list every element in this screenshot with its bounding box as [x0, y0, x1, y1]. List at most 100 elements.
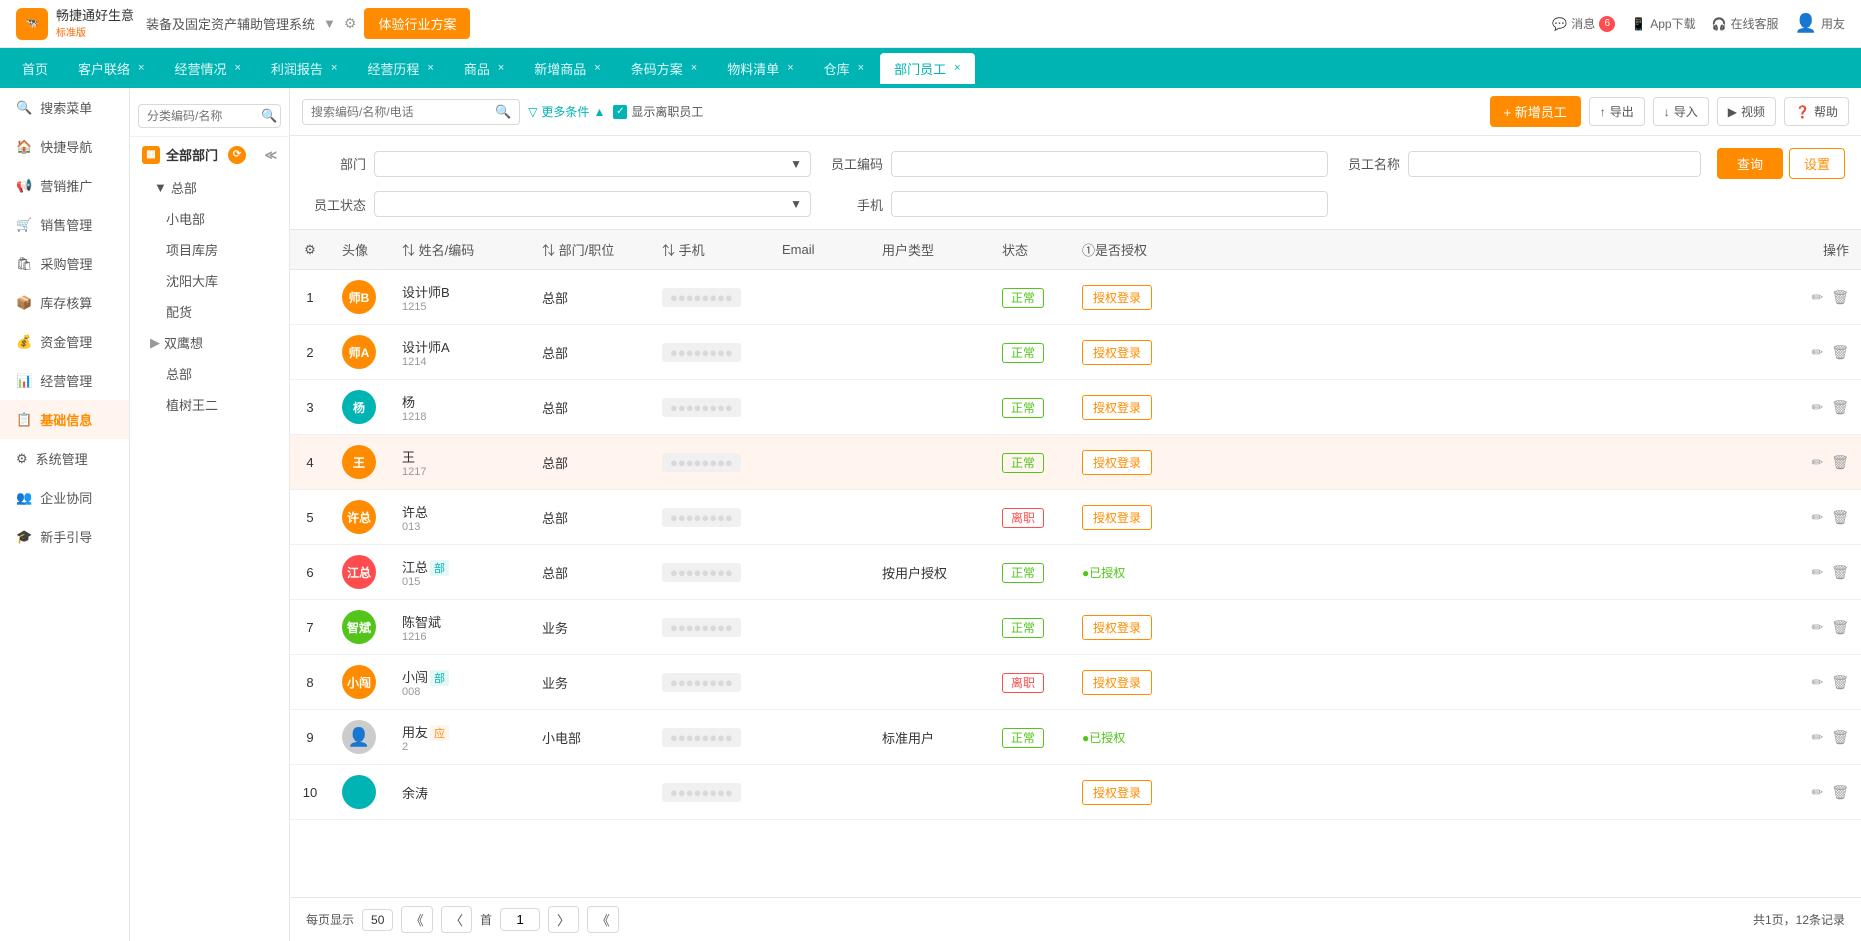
dept-node-shuangyingxiang[interactable]: ▶ 双鹰想	[130, 327, 289, 358]
page-number-input[interactable]	[500, 908, 540, 931]
search-icon[interactable]: 🔍	[495, 104, 511, 120]
dept-node-shenyang[interactable]: 沈阳大库	[130, 265, 289, 296]
view-button[interactable]: ▶ 视频	[1717, 97, 1776, 126]
col-phone[interactable]: ⇅ 手机	[650, 230, 770, 270]
tab-bom-close[interactable]: ×	[787, 62, 793, 74]
dept-search-input[interactable]	[138, 104, 281, 128]
settings-icon[interactable]: ⚙	[344, 15, 357, 32]
col-dept[interactable]: ⇅ 部门/职位	[530, 230, 650, 270]
edit-button[interactable]: ✏	[1811, 619, 1823, 636]
tab-customer[interactable]: 客户联络 ×	[64, 53, 158, 84]
filter-empstatus-select[interactable]: ▼	[374, 191, 811, 217]
tab-warehouse[interactable]: 仓库 ×	[810, 53, 878, 84]
delete-button[interactable]: 🗑	[1831, 454, 1849, 471]
delete-button[interactable]: 🗑	[1831, 344, 1849, 361]
delete-button[interactable]: 🗑	[1831, 729, 1849, 746]
edit-button[interactable]: ✏	[1811, 784, 1823, 801]
tab-warehouse-close[interactable]: ×	[858, 62, 864, 74]
tab-goods[interactable]: 商品 ×	[450, 53, 518, 84]
auth-button[interactable]: 授权登录	[1082, 395, 1152, 420]
dept-node-zongbu-expand[interactable]: ▼ 总部	[130, 172, 289, 203]
sidebar-item-quick-nav[interactable]: 🏠 快捷导航	[0, 127, 129, 166]
auth-button[interactable]: 授权登录	[1082, 670, 1152, 695]
setting-button[interactable]: 设置	[1789, 148, 1845, 179]
sidebar-item-guide[interactable]: 🎓 新手引导	[0, 517, 129, 556]
dept-node-peihuo[interactable]: 配货	[130, 296, 289, 327]
delete-button[interactable]: 🗑	[1831, 674, 1849, 691]
tab-customer-close[interactable]: ×	[138, 62, 144, 74]
edit-button[interactable]: ✏	[1811, 564, 1823, 581]
dept-collapse-btn[interactable]: ≪	[264, 148, 277, 162]
filter-empname-input[interactable]	[1408, 151, 1701, 177]
dept-all-header[interactable]: ▦ 全部部门 ⟳ ≪	[130, 137, 289, 172]
sidebar-item-system[interactable]: ⚙ 系统管理	[0, 439, 129, 478]
auth-button[interactable]: 授权登录	[1082, 505, 1152, 530]
sidebar-item-sales[interactable]: 🛒 销售管理	[0, 205, 129, 244]
add-employee-button[interactable]: + 新增员工	[1490, 96, 1581, 127]
edit-button[interactable]: ✏	[1811, 344, 1823, 361]
delete-button[interactable]: 🗑	[1831, 784, 1849, 801]
tab-department[interactable]: 部门员工 ×	[880, 53, 974, 84]
edit-button[interactable]: ✏	[1811, 399, 1823, 416]
filter-dept-select[interactable]: ▼	[374, 151, 811, 177]
page-prev-btn[interactable]: 〈	[441, 906, 472, 933]
user-menu-button[interactable]: 👤 用友	[1795, 13, 1845, 34]
edit-button[interactable]: ✏	[1811, 674, 1823, 691]
dept-node-zongbu2[interactable]: 总部	[130, 358, 289, 389]
page-first-btn[interactable]: 《	[401, 906, 432, 933]
dept-node-zhishu[interactable]: 植树王二	[130, 389, 289, 420]
dropdown-arrow-icon[interactable]: ▼	[323, 16, 336, 31]
sidebar-item-search[interactable]: 🔍 搜索菜单	[0, 88, 129, 127]
online-service-button[interactable]: 🎧 在线客服	[1712, 15, 1779, 32]
col-settings[interactable]: ⚙	[290, 230, 330, 270]
tab-barcode[interactable]: 条码方案 ×	[617, 53, 711, 84]
dept-node-xiaodibu[interactable]: 小电部	[130, 203, 289, 234]
tab-department-close[interactable]: ×	[954, 62, 960, 74]
filter-phone-input[interactable]	[891, 191, 1328, 217]
tab-profit[interactable]: 利润报告 ×	[257, 53, 351, 84]
help-button[interactable]: ❓ 帮助	[1784, 97, 1849, 126]
page-last-btn[interactable]: 《	[587, 906, 618, 933]
delete-button[interactable]: 🗑	[1831, 399, 1849, 416]
tab-add-goods[interactable]: 新增商品 ×	[520, 53, 614, 84]
tab-bom[interactable]: 物料清单 ×	[713, 53, 807, 84]
page-next-btn[interactable]: 〉	[548, 906, 579, 933]
message-button[interactable]: 💬 消息 6	[1552, 15, 1615, 32]
export-button[interactable]: ↑ 导出	[1589, 97, 1645, 126]
more-filters-btn[interactable]: ▽ 更多条件 ▲	[528, 103, 605, 120]
tab-profit-close[interactable]: ×	[331, 62, 337, 74]
auth-button[interactable]: 授权登录	[1082, 780, 1152, 805]
search-input[interactable]	[311, 105, 491, 119]
trial-button[interactable]: 体验行业方案	[364, 8, 470, 39]
edit-button[interactable]: ✏	[1811, 289, 1823, 306]
tab-history-close[interactable]: ×	[427, 62, 433, 74]
sidebar-item-purchase[interactable]: 🛍 采购管理	[0, 244, 129, 283]
show-resigned-toggle[interactable]: ✓ 显示离职员工	[613, 103, 703, 120]
delete-button[interactable]: 🗑	[1831, 289, 1849, 306]
sidebar-item-collab[interactable]: 👥 企业协同	[0, 478, 129, 517]
edit-button[interactable]: ✏	[1811, 454, 1823, 471]
import-button[interactable]: ↓ 导入	[1653, 97, 1709, 126]
edit-button[interactable]: ✏	[1811, 509, 1823, 526]
delete-button[interactable]: 🗑	[1831, 509, 1849, 526]
auth-button[interactable]: 授权登录	[1082, 615, 1152, 640]
delete-button[interactable]: 🗑	[1831, 564, 1849, 581]
dept-node-xiangmuku[interactable]: 项目库房	[130, 234, 289, 265]
auth-button[interactable]: 授权登录	[1082, 285, 1152, 310]
auth-button[interactable]: 授权登录	[1082, 450, 1152, 475]
delete-button[interactable]: 🗑	[1831, 619, 1849, 636]
sidebar-item-business[interactable]: 📊 经营管理	[0, 361, 129, 400]
sidebar-item-basic[interactable]: 📋 基础信息	[0, 400, 129, 439]
col-name[interactable]: ⇅ 姓名/编码	[390, 230, 530, 270]
filter-empcode-input[interactable]	[891, 151, 1328, 177]
page-size-select[interactable]: 50	[362, 909, 393, 931]
sidebar-item-inventory[interactable]: 📦 库存核算	[0, 283, 129, 322]
query-button[interactable]: 查询	[1717, 148, 1783, 179]
tab-home[interactable]: 首页	[8, 53, 62, 84]
tab-add-goods-close[interactable]: ×	[594, 62, 600, 74]
tab-goods-close[interactable]: ×	[498, 62, 504, 74]
tab-barcode-close[interactable]: ×	[691, 62, 697, 74]
app-download-button[interactable]: 📱 App下载	[1631, 15, 1695, 32]
sidebar-item-finance[interactable]: 💰 资金管理	[0, 322, 129, 361]
edit-button[interactable]: ✏	[1811, 729, 1823, 746]
